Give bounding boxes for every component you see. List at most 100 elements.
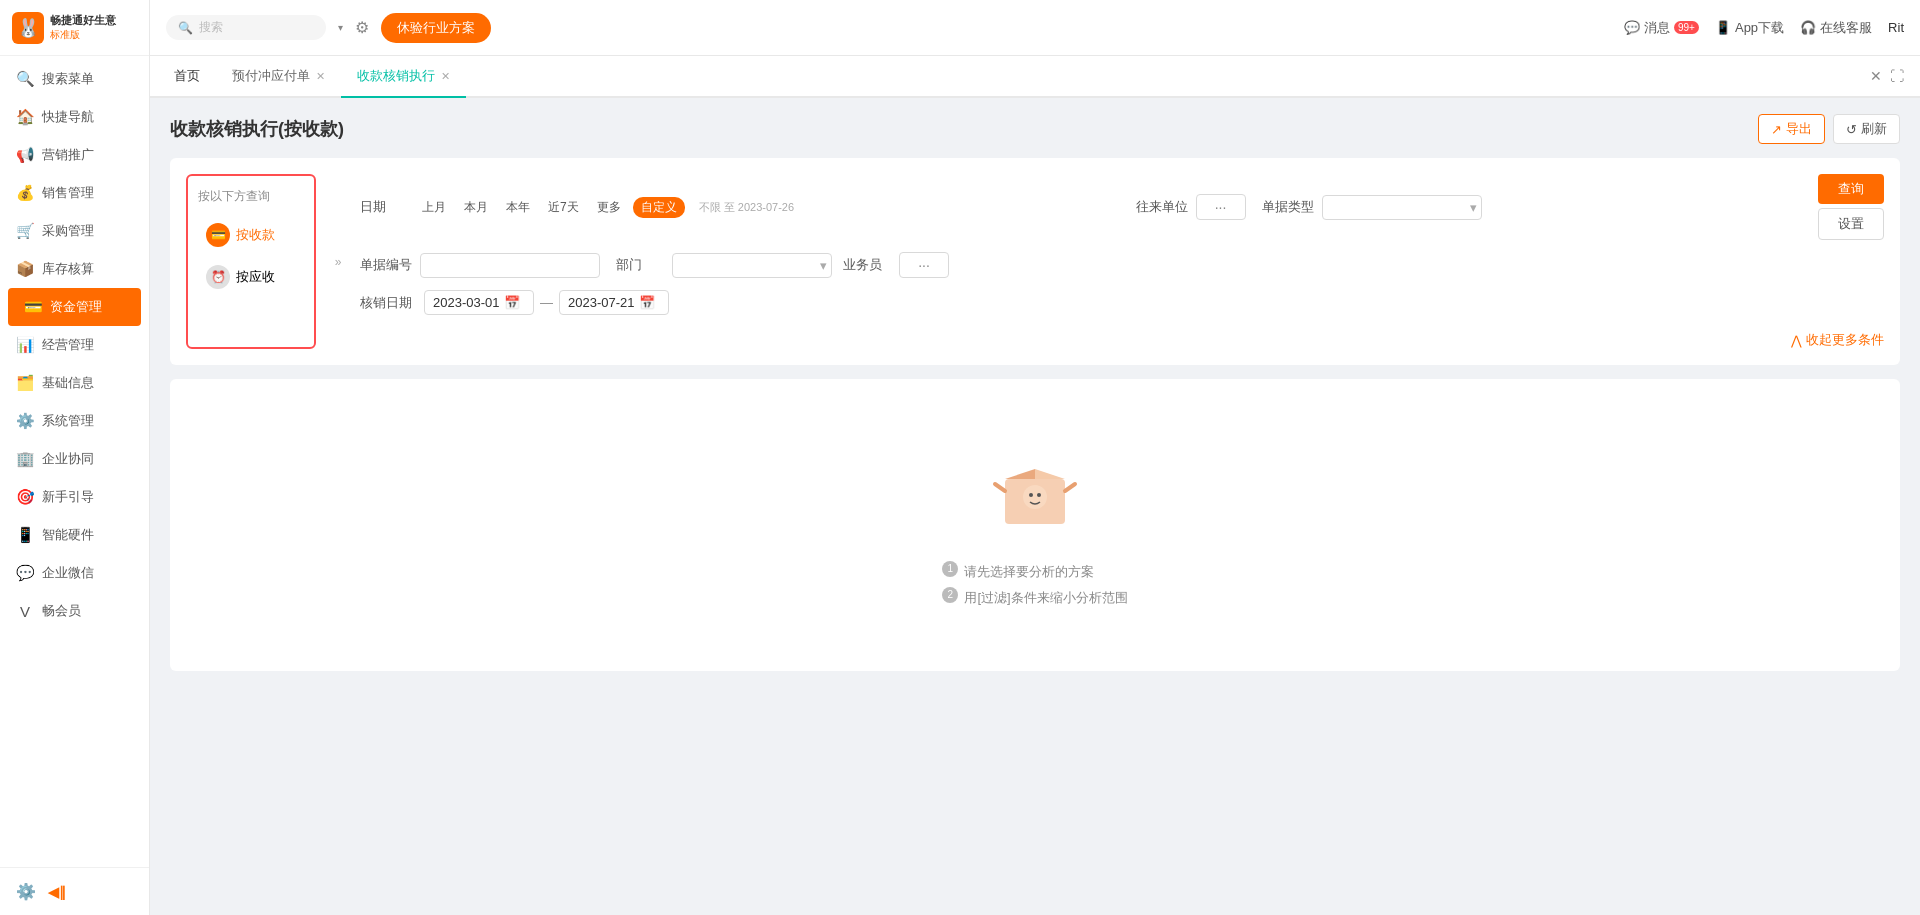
date-7days-btn[interactable]: 近7天 — [542, 197, 585, 218]
tab-home-label: 首页 — [174, 67, 200, 85]
verify-date-from-calendar-icon: 📅 — [504, 295, 520, 310]
dept-select[interactable] — [672, 253, 832, 278]
tab-home[interactable]: 首页 — [158, 56, 216, 98]
date-this-year-btn[interactable]: 本年 — [500, 197, 536, 218]
sidebar-item-system[interactable]: ⚙️系统管理 — [0, 402, 149, 440]
sidebar-item-enterprise[interactable]: 🏢企业协同 — [0, 440, 149, 478]
sidebar-item-sales[interactable]: 💰销售管理 — [0, 174, 149, 212]
tab-collection-close-icon[interactable]: ✕ — [441, 70, 450, 83]
query-button[interactable]: 查询 — [1818, 174, 1884, 204]
sidebar-item-quick-nav[interactable]: 🏠快捷导航 — [0, 98, 149, 136]
verify-date-field: 核销日期 2023-03-01 📅 — 2023-07-21 📅 — [360, 290, 669, 315]
filter-type-selector: 按以下方查询 💳 按收款 ⏰ 按应收 — [186, 174, 316, 349]
logo-icon: 🐰 — [12, 12, 44, 44]
setting-button[interactable]: 设置 — [1818, 208, 1884, 240]
sidebar-item-wechat[interactable]: 💬企业微信 — [0, 554, 149, 592]
nav-label-basic-info: 基础信息 — [42, 374, 94, 392]
sidebar-item-guide[interactable]: 🎯新手引导 — [0, 478, 149, 516]
refresh-button[interactable]: ↺ 刷新 — [1833, 114, 1900, 144]
date-last-month-btn[interactable]: 上月 — [416, 197, 452, 218]
sidebar-item-inventory[interactable]: 📦 库存核算 — [0, 250, 149, 288]
user-name[interactable]: Rit — [1888, 20, 1904, 35]
svg-point-4 — [1029, 493, 1033, 497]
tab-expand-icon[interactable]: ⛶ — [1890, 68, 1904, 84]
doc-type-select[interactable] — [1322, 195, 1482, 220]
svg-point-3 — [1023, 485, 1047, 509]
industry-solution-button[interactable]: 休验行业方案 — [381, 13, 491, 43]
nav-label-smart-hw: 智能硬件 — [42, 526, 94, 544]
message-area[interactable]: 💬 消息 99+ — [1624, 19, 1699, 37]
date-sublabel: 不限 至 2023-07-26 — [699, 200, 794, 215]
message-badge: 99+ — [1674, 21, 1699, 34]
svg-point-5 — [1037, 493, 1041, 497]
sidebar-item-marketing[interactable]: 📢营销推广 — [0, 136, 149, 174]
collapse-icon[interactable]: ◀∥ — [48, 884, 66, 900]
svg-marker-2 — [1035, 469, 1065, 479]
tab-collection[interactable]: 收款核销执行 ✕ — [341, 56, 466, 98]
filter-panel: 按以下方查询 💳 按收款 ⏰ 按应收 » 日期 — [170, 158, 1900, 365]
sidebar-item-basic-info[interactable]: 🗂️ 基础信息 — [0, 364, 149, 402]
counterparty-input[interactable]: ··· — [1196, 194, 1246, 220]
message-icon: 💬 — [1624, 20, 1640, 35]
topbar-actions: 💬 消息 99+ 📱 App下载 🎧 在线客服 Rit — [1624, 19, 1904, 37]
tab-prepay-label: 预付冲应付单 — [232, 67, 310, 85]
more-conditions-toggle[interactable]: ⋀ 收起更多条件 — [360, 327, 1884, 349]
search-placeholder: 搜索 — [199, 19, 223, 36]
nav-label-quick-nav: 快捷导航 — [42, 108, 94, 126]
app-download-area[interactable]: 📱 App下载 — [1715, 19, 1784, 37]
tab-bar: 首页 预付冲应付单 ✕ 收款核销执行 ✕ ✕ ⛶ — [150, 56, 1920, 98]
nav-label-inventory: 库存核算 — [42, 260, 94, 278]
date-custom-btn[interactable]: 自定义 — [633, 197, 685, 218]
sidebar-item-smart-hw[interactable]: 📱 智能硬件 — [0, 516, 149, 554]
verify-date-to-calendar-icon: 📅 — [639, 295, 655, 310]
staff-input[interactable]: ··· — [899, 252, 949, 278]
date-range-separator: — — [540, 295, 553, 310]
logo-main-text: 畅捷通好生意 — [50, 13, 116, 28]
service-icon: 🎧 — [1800, 20, 1816, 35]
filter-option-receivable[interactable]: ⏰ 按应收 — [198, 261, 304, 293]
sidebar: 🐰 畅捷通好生意 标准版 🔍搜索菜单🏠快捷导航📢营销推广💰销售管理🛒采购管理 📦 库… — [0, 0, 150, 915]
empty-state: 1 请先选择要分析的方案 2 用[过滤]条件来缩小分析范围 — [170, 379, 1900, 671]
filter-option-receipt[interactable]: 💳 按收款 — [198, 219, 304, 251]
date-this-month-btn[interactable]: 本月 — [458, 197, 494, 218]
tab-prepay[interactable]: 预付冲应付单 ✕ — [216, 56, 341, 98]
nav-label-purchase: 采购管理 — [42, 222, 94, 240]
sidebar-item-operations[interactable]: 📊经营管理 — [0, 326, 149, 364]
date-more-btn[interactable]: 更多 — [591, 197, 627, 218]
tab-close-window-icon[interactable]: ✕ — [1870, 68, 1882, 84]
nav-icon-wechat: 💬 — [16, 564, 34, 582]
tip-num-2: 2 — [942, 587, 958, 603]
service-label: 在线客服 — [1820, 19, 1872, 37]
topbar-gear-icon[interactable]: ⚙ — [355, 18, 369, 37]
nav-label-finance: 资金管理 — [50, 298, 102, 316]
verify-date-from-input[interactable]: 2023-03-01 📅 — [424, 290, 534, 315]
doc-number-input[interactable] — [420, 253, 600, 278]
nav-icon-inventory: 📦 — [16, 260, 34, 278]
svg-marker-1 — [1005, 469, 1035, 479]
tip-text-1: 请先选择要分析的方案 — [964, 559, 1094, 585]
sidebar-item-search-menu[interactable]: 🔍搜索菜单 — [0, 60, 149, 98]
nav-icon-basic-info: 🗂️ — [16, 374, 34, 392]
topbar-search-box[interactable]: 🔍 搜索 — [166, 15, 326, 40]
nav-icon-operations: 📊 — [16, 336, 34, 354]
more-conditions-icon: ⋀ — [1791, 333, 1802, 348]
nav-label-guide: 新手引导 — [42, 488, 94, 506]
dept-label: 部门 — [616, 256, 664, 274]
online-service-area[interactable]: 🎧 在线客服 — [1800, 19, 1872, 37]
export-button[interactable]: ↗ 导出 — [1758, 114, 1825, 144]
dropdown-arrow-icon[interactable]: ▾ — [338, 22, 343, 33]
logo-sub-text: 标准版 — [50, 28, 116, 42]
nav-icon-smart-hw: 📱 — [16, 526, 34, 544]
filter-collapse-button[interactable]: » — [328, 238, 348, 286]
filter-row-1: 日期 上月 本月 本年 近7天 更多 自定义 不限 至 2023-07-26 往… — [360, 174, 1884, 240]
tab-prepay-close-icon[interactable]: ✕ — [316, 70, 325, 83]
sidebar-item-purchase[interactable]: 🛒采购管理 — [0, 212, 149, 250]
filter-left-title: 按以下方查询 — [198, 188, 304, 205]
verify-date-to-input[interactable]: 2023-07-21 📅 — [559, 290, 669, 315]
empty-tips: 1 请先选择要分析的方案 2 用[过滤]条件来缩小分析范围 — [942, 559, 1127, 611]
sidebar-item-member[interactable]: V畅会员 — [0, 592, 149, 630]
settings-icon[interactable]: ⚙️ — [16, 882, 36, 901]
sidebar-item-finance[interactable]: 💳资金管理 — [8, 288, 141, 326]
filter-row-3: 核销日期 2023-03-01 📅 — 2023-07-21 📅 — [360, 290, 1884, 315]
doc-type-field: 单据类型 ▾ — [1262, 195, 1477, 220]
